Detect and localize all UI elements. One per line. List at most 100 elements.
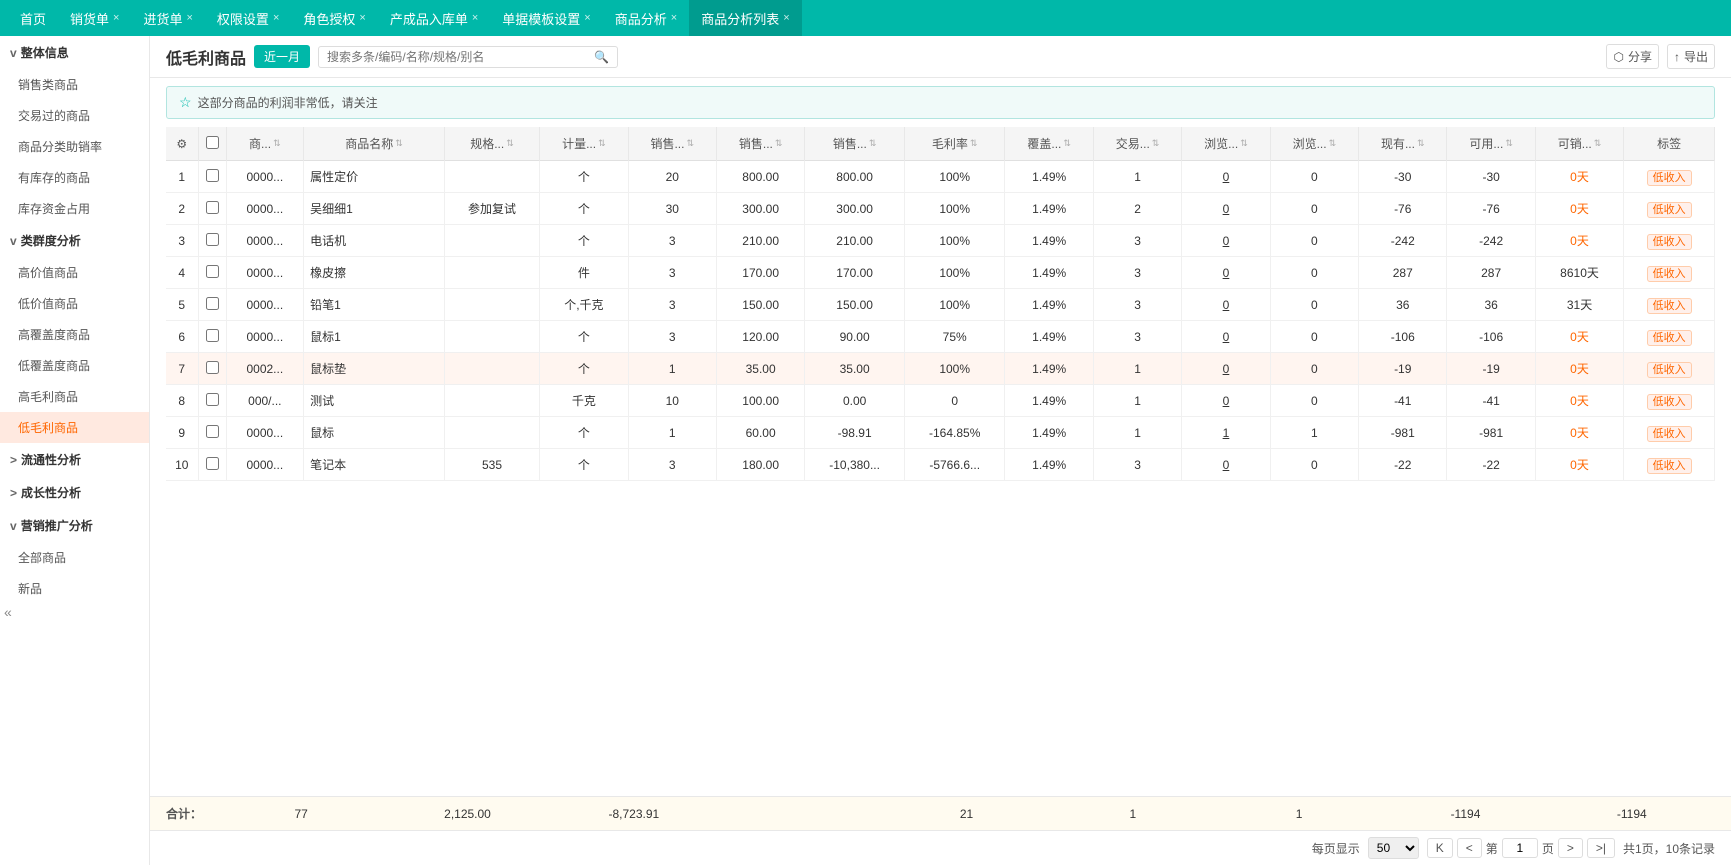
row-view1[interactable]: 0 — [1182, 353, 1270, 385]
row-view1[interactable]: 0 — [1182, 225, 1270, 257]
nav-item-销货单[interactable]: 销货单 × — [58, 0, 131, 36]
nav-item-进货单[interactable]: 进货单 × — [131, 0, 204, 36]
sidebar-item-有库存的商品[interactable]: 有库存的商品 — [0, 162, 149, 193]
nav-item-首页[interactable]: 首页 — [8, 0, 58, 36]
sidebar-item-高价值商品[interactable]: 高价值商品 — [0, 257, 149, 288]
col-sale-qty[interactable]: 销售... ⇅ — [628, 127, 716, 161]
col-sale-amount[interactable]: 销售... ⇅ — [805, 127, 905, 161]
search-icon[interactable]: 🔍 — [594, 50, 609, 64]
row-view1-link[interactable]: 0 — [1223, 362, 1230, 376]
prev-page-button[interactable]: < — [1457, 838, 1482, 858]
sidebar-item-交易过的商品[interactable]: 交易过的商品 — [0, 100, 149, 131]
row-select-checkbox[interactable] — [206, 201, 219, 214]
nav-item-权限设置[interactable]: 权限设置 × — [205, 0, 291, 36]
row-checkbox[interactable] — [198, 193, 226, 225]
row-checkbox[interactable] — [198, 289, 226, 321]
sidebar-item-新品[interactable]: 新品 — [0, 573, 149, 604]
col-trade[interactable]: 交易... ⇅ — [1093, 127, 1181, 161]
row-view1-link[interactable]: 0 — [1223, 170, 1230, 184]
sidebar-item-低覆盖度商品[interactable]: 低覆盖度商品 — [0, 350, 149, 381]
row-view1-link[interactable]: 0 — [1223, 266, 1230, 280]
nav-item-产成品入库单[interactable]: 产成品入库单 × — [378, 0, 490, 36]
col-current[interactable]: 现有... ⇅ — [1359, 127, 1447, 161]
page-number-input[interactable] — [1502, 838, 1538, 858]
row-select-checkbox[interactable] — [206, 457, 219, 470]
row-select-checkbox[interactable] — [206, 265, 219, 278]
row-view1-link[interactable]: 0 — [1223, 298, 1230, 312]
nav-close-icon[interactable]: × — [472, 12, 478, 24]
nav-close-icon[interactable]: × — [113, 12, 119, 24]
row-checkbox[interactable] — [198, 449, 226, 481]
col-name[interactable]: 商品名称 ⇅ — [304, 127, 445, 161]
nav-close-icon[interactable]: × — [671, 12, 677, 24]
row-checkbox[interactable] — [198, 161, 226, 193]
col-coverage[interactable]: 覆盖... ⇅ — [1005, 127, 1093, 161]
row-select-checkbox[interactable] — [206, 297, 219, 310]
nav-item-商品分析列表[interactable]: 商品分析列表 × — [689, 0, 801, 36]
row-select-checkbox[interactable] — [206, 233, 219, 246]
row-view1[interactable]: 0 — [1182, 257, 1270, 289]
row-view1-link[interactable]: 0 — [1223, 458, 1230, 472]
share-button[interactable]: ⬡ 分享 — [1606, 44, 1659, 69]
last-page-button[interactable]: >| — [1587, 838, 1615, 858]
row-select-checkbox[interactable] — [206, 425, 219, 438]
nav-close-icon[interactable]: × — [273, 12, 279, 24]
per-page-select[interactable]: 50 100 200 — [1368, 837, 1419, 859]
nav-close-icon[interactable]: × — [783, 12, 789, 24]
row-view1[interactable]: 0 — [1182, 449, 1270, 481]
nav-close-icon[interactable]: × — [584, 12, 590, 24]
next-page-button[interactable]: > — [1558, 838, 1583, 858]
col-settings[interactable]: ⚙ — [166, 127, 198, 161]
row-view1-link[interactable]: 0 — [1223, 202, 1230, 216]
sidebar-item-商品分类助销率[interactable]: 商品分类助销率 — [0, 131, 149, 162]
row-view1-link[interactable]: 0 — [1223, 330, 1230, 344]
col-available[interactable]: 可用... ⇅ — [1447, 127, 1535, 161]
nav-item-单据模板设置[interactable]: 单据模板设置 × — [490, 0, 602, 36]
row-checkbox[interactable] — [198, 417, 226, 449]
row-view1-link[interactable]: 0 — [1223, 394, 1230, 408]
row-view1[interactable]: 0 — [1182, 321, 1270, 353]
sidebar-item-高毛利商品[interactable]: 高毛利商品 — [0, 381, 149, 412]
sidebar-item-低价值商品[interactable]: 低价值商品 — [0, 288, 149, 319]
row-view1-link[interactable]: 1 — [1223, 426, 1230, 440]
nav-item-角色授权[interactable]: 角色授权 × — [291, 0, 377, 36]
row-view1[interactable]: 0 — [1182, 289, 1270, 321]
sidebar-item-销售类商品[interactable]: 销售类商品 — [0, 69, 149, 100]
col-tag[interactable]: 标签 — [1624, 127, 1715, 161]
row-view1-link[interactable]: 0 — [1223, 234, 1230, 248]
row-checkbox[interactable] — [198, 353, 226, 385]
col-sale-price[interactable]: 销售... ⇅ — [716, 127, 804, 161]
nav-close-icon[interactable]: × — [186, 12, 192, 24]
sidebar-item-库存资金占用[interactable]: 库存资金占用 — [0, 193, 149, 224]
row-select-checkbox[interactable] — [206, 169, 219, 182]
nav-item-商品分析[interactable]: 商品分析 × — [603, 0, 689, 36]
row-view1[interactable]: 0 — [1182, 385, 1270, 417]
row-checkbox[interactable] — [198, 321, 226, 353]
sidebar-collapse-button[interactable]: « — [0, 604, 16, 620]
export-button[interactable]: ↑ 导出 — [1667, 44, 1715, 69]
nav-close-icon[interactable]: × — [359, 12, 365, 24]
row-view1[interactable]: 1 — [1182, 417, 1270, 449]
col-view2[interactable]: 浏览... ⇅ — [1270, 127, 1358, 161]
col-view1[interactable]: 浏览... ⇅ — [1182, 127, 1270, 161]
first-page-button[interactable]: K — [1427, 838, 1453, 858]
row-checkbox[interactable] — [198, 225, 226, 257]
col-gross-rate[interactable]: 毛利率 ⇅ — [904, 127, 1005, 161]
sidebar-group-流通性分析[interactable]: >流通性分析 — [0, 443, 149, 476]
sidebar-item-低毛利商品[interactable]: 低毛利商品 — [0, 412, 149, 443]
select-all-checkbox[interactable] — [206, 136, 219, 149]
sidebar-group-整体信息[interactable]: v整体信息 — [0, 36, 149, 69]
col-checkbox[interactable] — [198, 127, 226, 161]
row-view1[interactable]: 0 — [1182, 193, 1270, 225]
table-wrapper[interactable]: ⚙ 商... ⇅ 商品名称 ⇅ 规格... ⇅ 计量... ⇅ 销售... ⇅ … — [150, 127, 1731, 796]
col-unit[interactable]: 计量... ⇅ — [540, 127, 628, 161]
sidebar-item-全部商品[interactable]: 全部商品 — [0, 542, 149, 573]
row-checkbox[interactable] — [198, 385, 226, 417]
search-input[interactable] — [327, 50, 590, 64]
row-checkbox[interactable] — [198, 257, 226, 289]
col-code[interactable]: 商... ⇅ — [226, 127, 304, 161]
col-spec[interactable]: 规格... ⇅ — [444, 127, 539, 161]
col-saleable[interactable]: 可销... ⇅ — [1535, 127, 1623, 161]
row-select-checkbox[interactable] — [206, 393, 219, 406]
row-view1[interactable]: 0 — [1182, 161, 1270, 193]
